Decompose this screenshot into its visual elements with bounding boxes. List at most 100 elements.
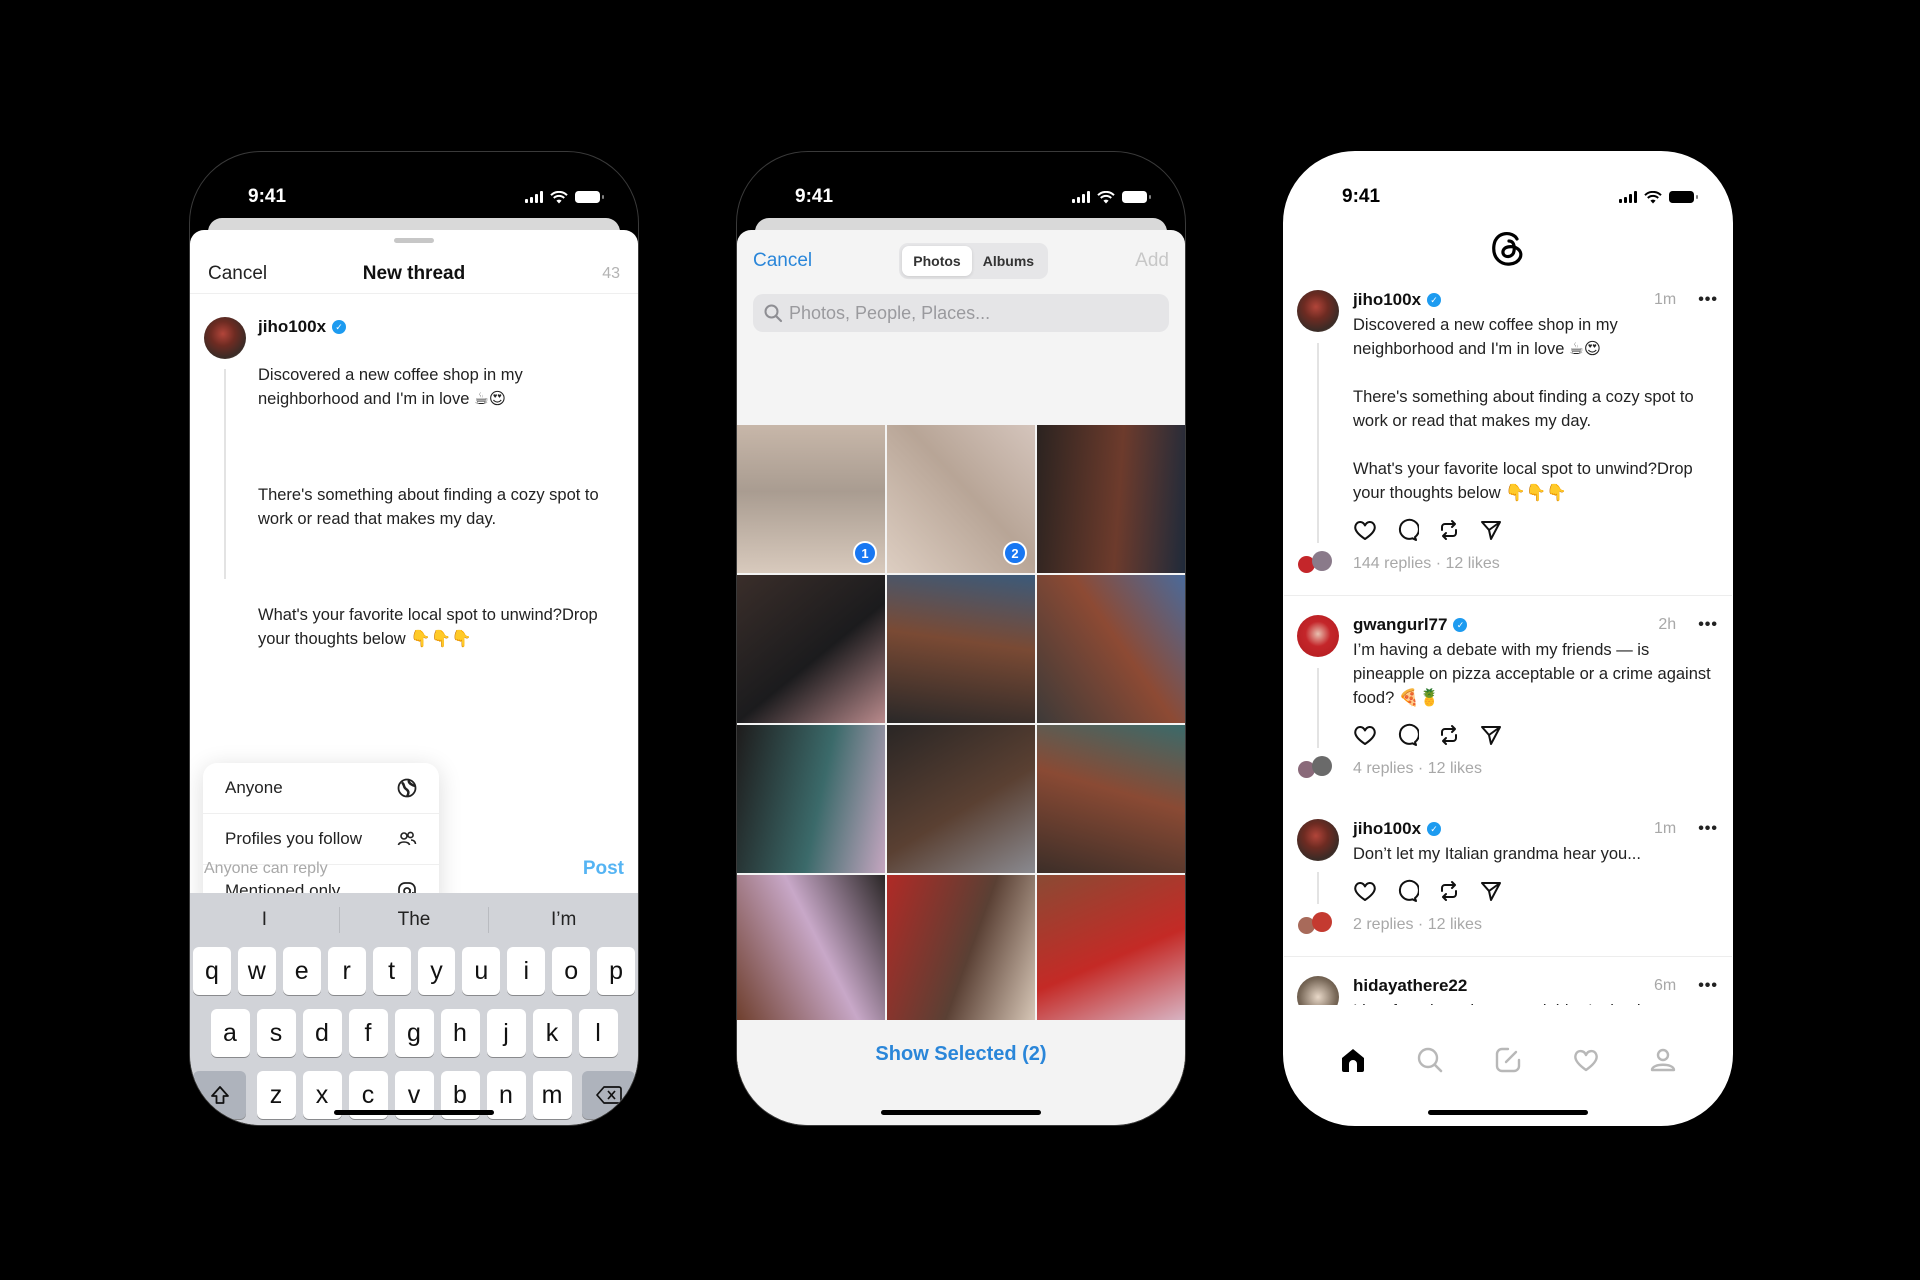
key-l[interactable]: l xyxy=(578,1009,618,1057)
show-selected-button[interactable]: Show Selected (2) xyxy=(737,1043,1185,1066)
compose-icon[interactable] xyxy=(1493,1045,1523,1075)
photo-image xyxy=(1037,425,1185,573)
home-indicator[interactable] xyxy=(881,1110,1041,1115)
battery-icon xyxy=(1122,191,1151,203)
suggestion-item[interactable]: I xyxy=(190,907,340,933)
search-icon[interactable] xyxy=(1415,1045,1445,1075)
photo-thumbnail[interactable] xyxy=(737,575,885,723)
like-heart-icon[interactable] xyxy=(1353,879,1377,903)
key-h[interactable]: h xyxy=(440,1009,480,1057)
share-icon[interactable] xyxy=(1479,723,1503,747)
photo-image xyxy=(887,725,1035,873)
more-options-icon[interactable]: ••• xyxy=(1698,977,1718,995)
post-stats[interactable]: 4 replies · 12 likes xyxy=(1353,760,1718,782)
key-r[interactable]: r xyxy=(327,947,366,995)
cancel-button[interactable]: Cancel xyxy=(208,263,267,285)
feed-post[interactable]: gwangurl77 ✓ 2h ••• I’m having a debate … xyxy=(1284,596,1732,800)
post-button[interactable]: Post xyxy=(583,858,624,880)
home-indicator[interactable] xyxy=(1428,1110,1588,1115)
suggestion-item[interactable]: The xyxy=(340,907,490,933)
comment-icon[interactable] xyxy=(1395,518,1419,542)
repost-icon[interactable] xyxy=(1437,879,1461,903)
like-heart-icon[interactable] xyxy=(1353,723,1377,747)
key-a[interactable]: a xyxy=(210,1009,250,1057)
photo-thumbnail[interactable] xyxy=(1037,575,1185,723)
post-username[interactable]: jiho100x ✓ xyxy=(1353,290,1442,310)
photo-thumbnail[interactable] xyxy=(1037,725,1185,873)
key-g[interactable]: g xyxy=(394,1009,434,1057)
keyboard-suggestions: I The I’m xyxy=(190,893,638,947)
key-y[interactable]: y xyxy=(417,947,456,995)
photo-thumbnail[interactable]: 1 xyxy=(737,425,885,573)
verified-badge-icon: ✓ xyxy=(332,320,347,334)
key-t[interactable]: t xyxy=(372,947,411,995)
feed-post[interactable]: jiho100x ✓ 1m ••• Don’t let my Italian g… xyxy=(1284,800,1732,956)
photo-thumbnail[interactable] xyxy=(1037,425,1185,573)
post-username[interactable]: hidayathere22 xyxy=(1353,976,1467,996)
key-e[interactable]: e xyxy=(282,947,321,995)
key-m[interactable]: m xyxy=(532,1071,572,1119)
backspace-key[interactable] xyxy=(582,1071,635,1119)
shift-key[interactable] xyxy=(193,1071,246,1119)
photo-thumbnail[interactable] xyxy=(737,875,885,1023)
threads-logo-icon[interactable] xyxy=(1488,227,1528,269)
reply-setting-button[interactable]: Anyone can reply xyxy=(204,860,328,878)
add-button[interactable]: Add xyxy=(1135,250,1169,272)
key-u[interactable]: u xyxy=(462,947,501,995)
comment-icon[interactable] xyxy=(1395,879,1419,903)
photo-thumbnail[interactable] xyxy=(737,725,885,873)
key-j[interactable]: j xyxy=(486,1009,526,1057)
avatar[interactable] xyxy=(1297,819,1339,861)
key-p[interactable]: p xyxy=(597,947,636,995)
key-q[interactable]: q xyxy=(192,947,231,995)
key-o[interactable]: o xyxy=(552,947,591,995)
photo-thumbnail[interactable] xyxy=(887,875,1035,1023)
post-username[interactable]: jiho100x ✓ xyxy=(1353,819,1442,839)
tab-photos[interactable]: Photos xyxy=(902,246,972,276)
post-stats[interactable]: 144 replies · 12 likes xyxy=(1353,555,1718,577)
share-icon[interactable] xyxy=(1479,879,1503,903)
repost-icon[interactable] xyxy=(1437,518,1461,542)
key-w[interactable]: w xyxy=(237,947,276,995)
tab-albums[interactable]: Albums xyxy=(972,246,1045,276)
status-bar: 9:41 xyxy=(737,152,1185,224)
more-options-icon[interactable]: ••• xyxy=(1698,291,1718,309)
comment-icon[interactable] xyxy=(1395,723,1419,747)
like-heart-icon[interactable] xyxy=(1353,518,1377,542)
heart-icon[interactable] xyxy=(1571,1045,1601,1075)
key-i[interactable]: i xyxy=(507,947,546,995)
key-s[interactable]: s xyxy=(256,1009,296,1057)
reply-option-anyone[interactable]: Anyone xyxy=(203,763,439,814)
photo-thumbnail[interactable] xyxy=(887,725,1035,873)
photo-thumbnail[interactable] xyxy=(1037,875,1185,1023)
photo-search-input[interactable]: Photos, People, Places... xyxy=(753,294,1169,332)
avatar[interactable] xyxy=(1297,615,1339,657)
wifi-icon xyxy=(1097,190,1115,203)
feed-post[interactable]: jiho100x ✓ 1m ••• Discovered a new coffe… xyxy=(1284,287,1732,595)
key-f[interactable]: f xyxy=(348,1009,388,1057)
key-z[interactable]: z xyxy=(256,1071,296,1119)
photo-image xyxy=(1037,875,1185,1023)
cancel-button[interactable]: Cancel xyxy=(753,250,812,272)
post-username[interactable]: gwangurl77 ✓ xyxy=(1353,615,1468,635)
key-k[interactable]: k xyxy=(532,1009,572,1057)
photo-thumbnail[interactable]: 2 xyxy=(887,425,1035,573)
home-indicator[interactable] xyxy=(334,1110,494,1115)
profile-icon[interactable] xyxy=(1648,1045,1678,1075)
home-icon[interactable] xyxy=(1338,1045,1368,1075)
share-icon[interactable] xyxy=(1479,518,1503,542)
status-bar: 9:41 xyxy=(190,152,638,224)
photo-image xyxy=(887,575,1035,723)
bottom-nav xyxy=(1284,1040,1732,1080)
compose-text-input[interactable]: Discovered a new coffee shop in my neigh… xyxy=(258,339,624,675)
suggestion-item[interactable]: I’m xyxy=(489,907,638,933)
post-stats[interactable]: 2 replies · 12 likes xyxy=(1353,916,1718,938)
picker-bottom-bar: Show Selected (2) xyxy=(737,1020,1185,1125)
key-d[interactable]: d xyxy=(302,1009,342,1057)
more-options-icon[interactable]: ••• xyxy=(1698,616,1718,634)
repost-icon[interactable] xyxy=(1437,723,1461,747)
more-options-icon[interactable]: ••• xyxy=(1698,820,1718,838)
photo-thumbnail[interactable] xyxy=(887,575,1035,723)
avatar[interactable] xyxy=(1297,290,1339,332)
sheet-grabber[interactable] xyxy=(394,238,434,243)
